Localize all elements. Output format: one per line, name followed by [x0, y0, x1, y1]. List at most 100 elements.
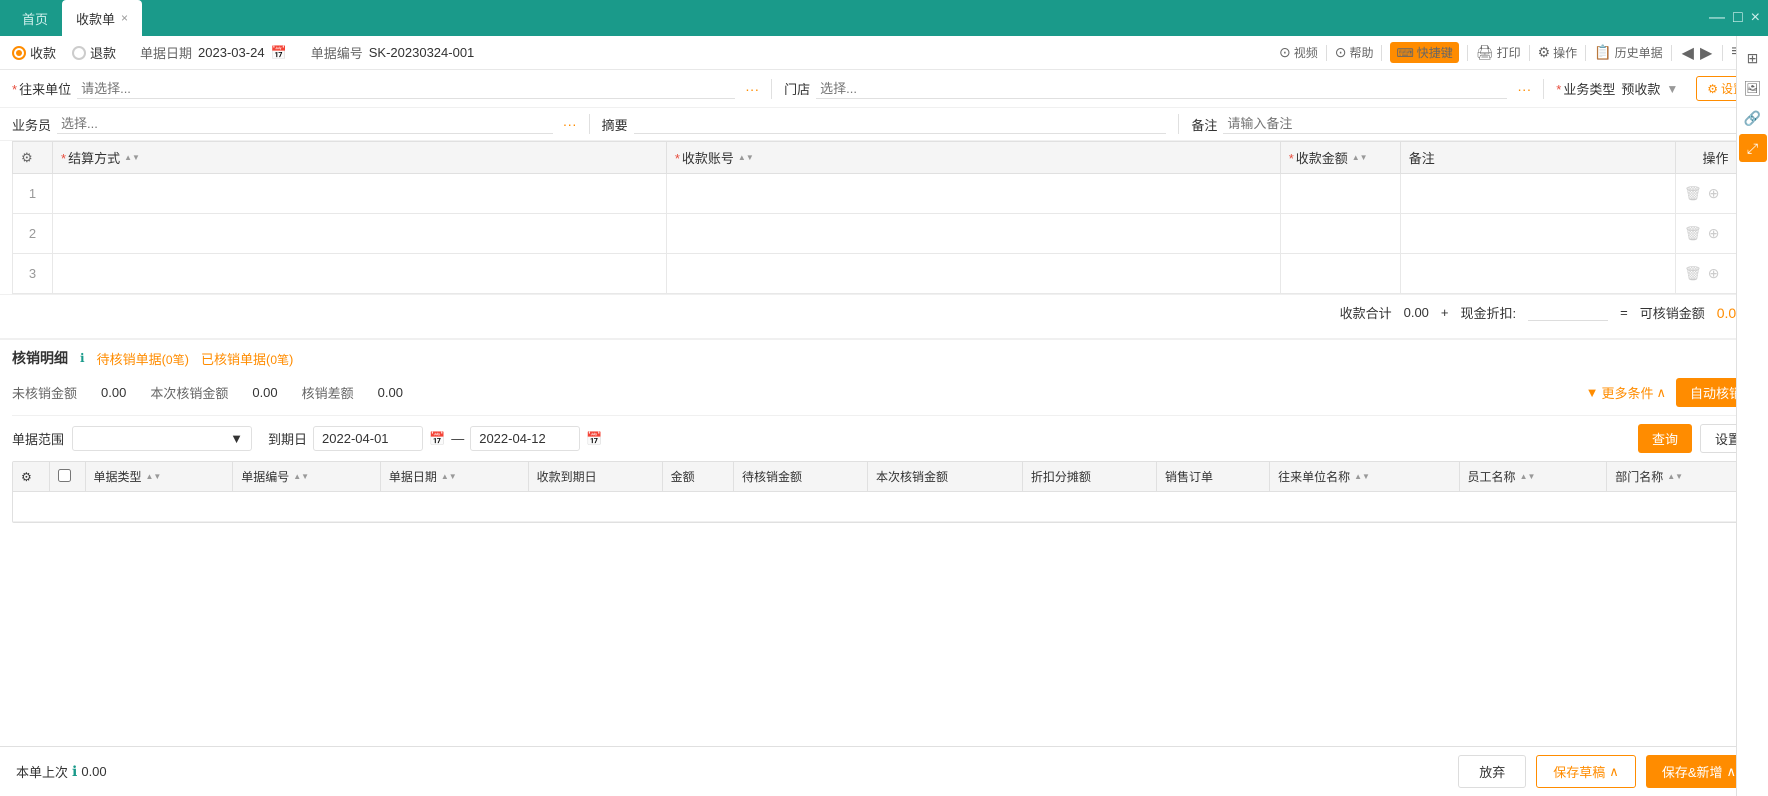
- verify-info-icon[interactable]: ℹ: [80, 351, 85, 365]
- radio-refund[interactable]: 退款: [72, 43, 116, 62]
- th-amount-sort[interactable]: ▲▼: [1352, 153, 1368, 162]
- verify-select-all-checkbox[interactable]: [58, 469, 71, 482]
- counterpart-more-icon[interactable]: ···: [745, 81, 759, 97]
- due-date-group: 到期日 📅 — 📅: [268, 426, 602, 451]
- close-tab-icon[interactable]: ×: [121, 11, 128, 25]
- next-icon[interactable]: ▶: [1698, 43, 1714, 63]
- calendar-icon[interactable]: 📅: [271, 45, 287, 61]
- abandon-button[interactable]: 放弃: [1458, 755, 1526, 788]
- action-history[interactable]: 📋 历史单据: [1594, 44, 1662, 61]
- close-window-icon[interactable]: ×: [1751, 9, 1760, 27]
- due-date-to-input[interactable]: [470, 426, 580, 451]
- shop-more-icon[interactable]: ···: [1517, 81, 1531, 97]
- right-panel-expand-icon[interactable]: ⤢: [1739, 134, 1767, 162]
- row-3-delete-icon[interactable]: 🗑: [1684, 265, 1702, 282]
- row-3-copy-icon[interactable]: ⊕: [1708, 265, 1720, 282]
- vth-employee-sort[interactable]: ▲▼: [1520, 472, 1536, 481]
- more-conditions-label: 更多条件: [1601, 383, 1653, 402]
- doc-range-select[interactable]: ▼: [72, 426, 252, 451]
- divider-5: [1585, 45, 1586, 61]
- pending-tab[interactable]: 待核销单据(0笔): [97, 349, 189, 368]
- this-doc-info-icon[interactable]: ℹ: [72, 763, 77, 780]
- row-3-num: 3: [13, 254, 53, 294]
- th-account: 收款账号 ▲▼: [666, 142, 1280, 174]
- vth-dept-sort[interactable]: ▲▼: [1667, 472, 1683, 481]
- history-icon: 📋: [1594, 44, 1611, 61]
- row-3-settle[interactable]: [53, 254, 667, 294]
- help-icon: ⊙: [1335, 44, 1347, 61]
- action-video[interactable]: ⊙ 视频: [1279, 44, 1318, 61]
- remark-label: 备注: [1191, 115, 1217, 134]
- due-date-cal-to[interactable]: 📅: [586, 431, 602, 447]
- row-2-remark[interactable]: [1400, 214, 1675, 254]
- row-1-delete-icon[interactable]: 🗑: [1684, 185, 1702, 202]
- row-1-copy-icon[interactable]: ⊕: [1708, 185, 1720, 202]
- summary-label: 摘要: [602, 115, 628, 134]
- summary-input[interactable]: [634, 114, 1167, 134]
- save-draft-button[interactable]: 保存草稿 ∧: [1536, 755, 1636, 788]
- row-2-copy-icon[interactable]: ⊕: [1708, 225, 1720, 242]
- prev-icon[interactable]: ◀: [1680, 43, 1696, 63]
- verify-table-gear-icon[interactable]: ⚙: [21, 470, 32, 484]
- row-2-account[interactable]: [666, 214, 1280, 254]
- maximize-icon[interactable]: □: [1733, 9, 1743, 27]
- row-3-account[interactable]: [666, 254, 1280, 294]
- vth-current-label: 本次核销金额: [876, 470, 948, 484]
- this-doc-label: 本单上次: [16, 762, 68, 781]
- verified-tab[interactable]: 已核销单据(0笔): [201, 349, 293, 368]
- action-print[interactable]: 🖨 打印: [1476, 44, 1521, 61]
- remark-input[interactable]: [1223, 114, 1756, 134]
- bottom-bar: 本单上次 ℹ 0.00 放弃 保存草稿 ∧ 保存&新增 ∧: [0, 746, 1768, 796]
- verify-header: 核销明细 ℹ 待核销单据(0笔) 已核销单据(0笔): [12, 348, 1756, 368]
- row-1-remark[interactable]: [1400, 174, 1675, 214]
- nav-item-home[interactable]: 首页: [8, 0, 62, 36]
- row-3-amount[interactable]: [1280, 254, 1400, 294]
- date-field: 单据日期 2023-03-24 📅: [140, 43, 287, 62]
- due-date-cal-from[interactable]: 📅: [429, 431, 445, 447]
- action-operation[interactable]: ⚙ 操作: [1538, 44, 1578, 61]
- discount-input[interactable]: [1528, 305, 1608, 321]
- query-button[interactable]: 查询: [1638, 424, 1692, 453]
- vth-employee: 员工名称 ▲▼: [1459, 462, 1607, 492]
- action-help[interactable]: ⊙ 帮助: [1335, 44, 1374, 61]
- due-date-from-input[interactable]: [313, 426, 423, 451]
- action-shortcut[interactable]: ⌨ 快捷键: [1390, 42, 1458, 63]
- right-panel-image-icon[interactable]: 🖼: [1739, 74, 1767, 102]
- vth-doc-type-sort[interactable]: ▲▼: [146, 472, 162, 481]
- doc-range-arrow: ▼: [230, 431, 243, 446]
- verify-table-wrap: ⚙ 单据类型 ▲▼ 单据编号: [12, 461, 1756, 523]
- table-gear-icon[interactable]: ⚙: [21, 150, 33, 165]
- row-1-settle[interactable]: [53, 174, 667, 214]
- save-draft-label: 保存草稿: [1553, 762, 1605, 781]
- counterpart-input[interactable]: [77, 79, 735, 99]
- right-panel-link-icon[interactable]: 🔗: [1739, 104, 1767, 132]
- salesperson-more-icon[interactable]: ···: [563, 116, 577, 132]
- minimize-icon[interactable]: —: [1709, 9, 1725, 27]
- receipt-total-label: 收款合计: [1340, 303, 1392, 322]
- row-2-amount[interactable]: [1280, 214, 1400, 254]
- nav-item-receipt[interactable]: 收款单 ×: [62, 0, 142, 36]
- vth-counterpart-sort[interactable]: ▲▼: [1354, 472, 1370, 481]
- data-table-section: ⚙ 结算方式 ▲▼ 收款账号 ▲▼: [0, 141, 1768, 294]
- shop-input[interactable]: [816, 79, 1507, 99]
- vth-pending-label: 待核销金额: [742, 470, 802, 484]
- row-2-delete-icon[interactable]: 🗑: [1684, 225, 1702, 242]
- remark-group: 备注: [1191, 114, 1756, 134]
- radio-receipt[interactable]: 收款: [12, 43, 56, 62]
- business-type-arrow[interactable]: ▼: [1666, 82, 1678, 96]
- row-1-amount[interactable]: [1280, 174, 1400, 214]
- right-panel-table-icon[interactable]: ⊞: [1739, 44, 1767, 72]
- vth-doc-date-sort[interactable]: ▲▼: [441, 472, 457, 481]
- action-operation-label: 操作: [1553, 44, 1577, 61]
- th-account-sort[interactable]: ▲▼: [738, 153, 754, 162]
- shortcut-icon: ⌨: [1396, 46, 1413, 60]
- th-settle-sort[interactable]: ▲▼: [124, 153, 140, 162]
- salesperson-input[interactable]: [57, 114, 553, 134]
- row-3-remark[interactable]: [1400, 254, 1675, 294]
- row-2-settle[interactable]: [53, 214, 667, 254]
- shop-label: 门店: [784, 79, 810, 98]
- vth-doc-num-sort[interactable]: ▲▼: [293, 472, 309, 481]
- row-1-account[interactable]: [666, 174, 1280, 214]
- more-conditions-link[interactable]: ▼ 更多条件 ∧: [1586, 383, 1666, 402]
- business-type-label: 业务类型: [1556, 79, 1615, 98]
